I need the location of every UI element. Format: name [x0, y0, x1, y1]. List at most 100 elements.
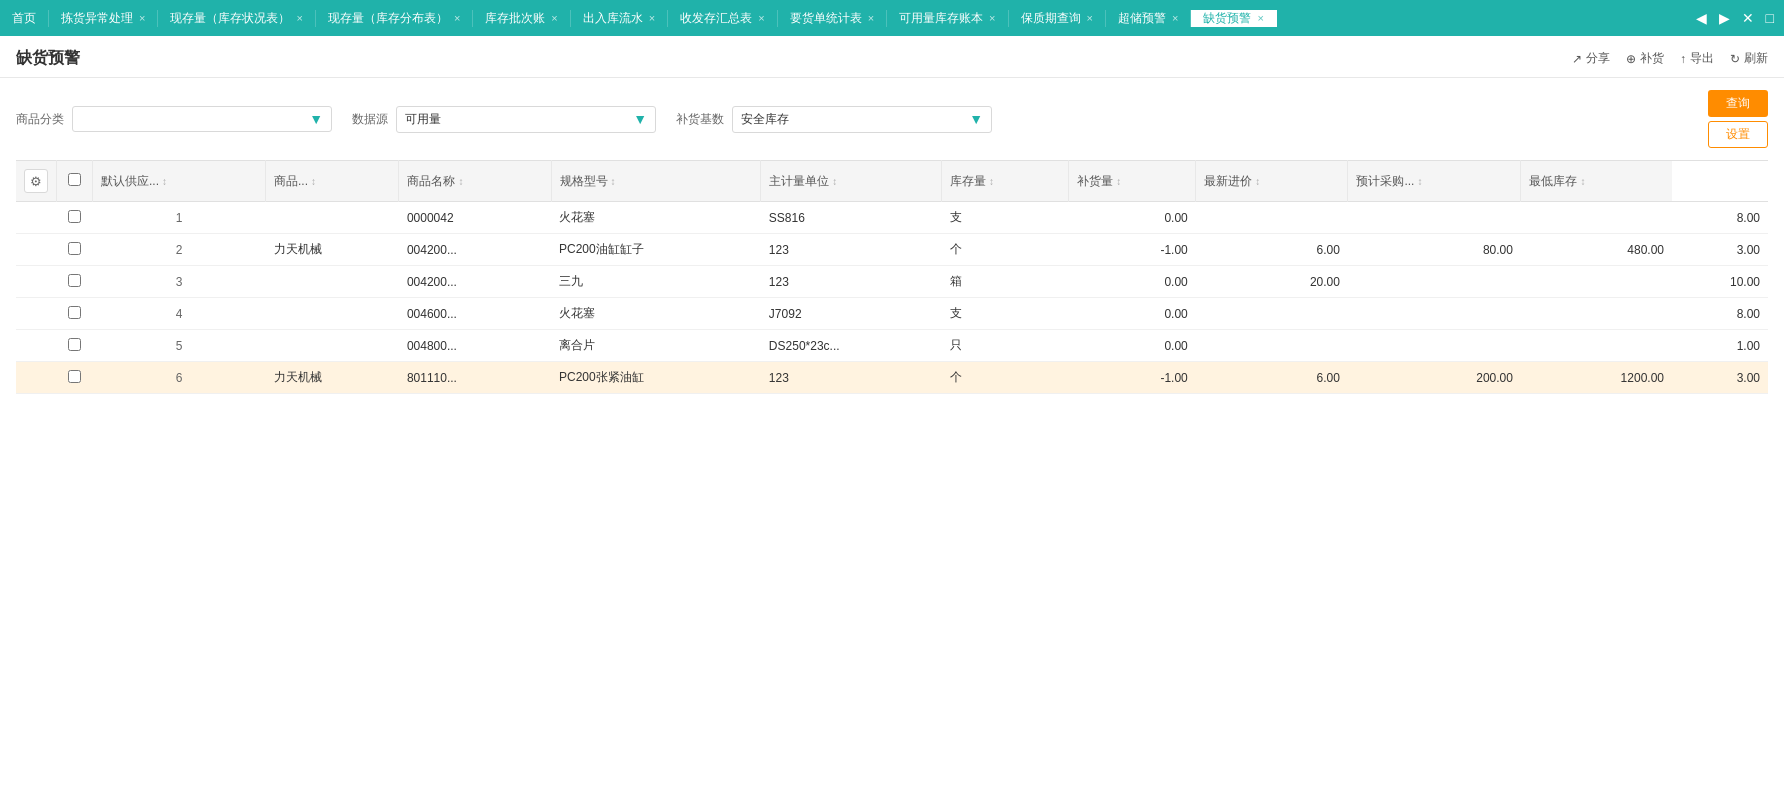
tab-item-7[interactable]: 要货单统计表×	[778, 10, 887, 27]
row-checkbox-cell[interactable]	[57, 298, 93, 330]
tab-item-6[interactable]: 收发存汇总表×	[668, 10, 777, 27]
query-button[interactable]: 查询	[1708, 90, 1768, 117]
tab-item-2[interactable]: 现存量（库存状况表）×	[158, 10, 315, 27]
row-checkbox[interactable]	[68, 274, 81, 287]
row-spec: DS250*23c...	[761, 330, 942, 362]
row-supplier	[266, 298, 399, 330]
tab-prev-button[interactable]: ◀	[1690, 8, 1713, 28]
row-unit: 支	[942, 202, 1069, 234]
header-actions: ↗ 分享 ⊕ 补货 ↑ 导出 ↻ 刷新	[1572, 50, 1768, 67]
tab-close-11[interactable]: ×	[1257, 12, 1263, 24]
row-checkbox[interactable]	[68, 210, 81, 223]
tab-next-button[interactable]: ▶	[1713, 8, 1736, 28]
datasource-select[interactable]: 可用量 ▼	[396, 106, 656, 133]
row-number: 3	[93, 266, 266, 298]
table-row: 5004800...离合片DS250*23c...只0.001.00	[16, 330, 1768, 362]
table-row: 3004200...三九123箱0.0020.0010.00	[16, 266, 1768, 298]
row-latest-price	[1348, 330, 1521, 362]
th-product-name-sort[interactable]: 商品名称 ↕	[407, 173, 542, 190]
row-spec: SS816	[761, 202, 942, 234]
row-checkbox[interactable]	[68, 242, 81, 255]
th-product-code-sort[interactable]: 商品... ↕	[274, 173, 390, 190]
tab-close-8[interactable]: ×	[989, 12, 995, 24]
tab-item-8[interactable]: 可用量库存账本×	[887, 10, 1008, 27]
settings-button[interactable]: 设置	[1708, 121, 1768, 148]
row-restock-qty: 6.00	[1196, 234, 1348, 266]
table-body: 10000042火花塞SS816支0.008.002力天机械004200...P…	[16, 202, 1768, 394]
th-latest-price: 最新进价 ↕	[1196, 161, 1348, 202]
th-unit: 主计量单位 ↕	[761, 161, 942, 202]
row-checkbox-cell[interactable]	[57, 234, 93, 266]
tab-close-5[interactable]: ×	[649, 12, 655, 24]
select-all-checkbox[interactable]	[68, 173, 81, 186]
row-latest-price	[1348, 266, 1521, 298]
est-purchase-sort-icon: ↕	[1417, 176, 1422, 187]
share-button[interactable]: ↗ 分享	[1572, 50, 1610, 67]
tab-item-4[interactable]: 库存批次账×	[473, 10, 570, 27]
tab-maximize-button[interactable]: □	[1760, 8, 1780, 28]
tab-close-9[interactable]: ×	[1087, 12, 1093, 24]
tab-close-7[interactable]: ×	[868, 12, 874, 24]
row-restock-qty	[1196, 202, 1348, 234]
row-stock: -1.00	[1069, 362, 1196, 394]
row-checkbox[interactable]	[68, 338, 81, 351]
tab-nav-buttons: ◀ ▶ ✕ □	[1686, 8, 1784, 28]
tab-item-11[interactable]: 缺货预警×	[1191, 10, 1276, 27]
th-min-stock: 最低库存 ↕	[1521, 161, 1672, 202]
row-restock-qty	[1196, 298, 1348, 330]
row-min-stock: 3.00	[1672, 234, 1768, 266]
th-latest-price-sort[interactable]: 最新进价 ↕	[1204, 173, 1339, 190]
tab-item-3[interactable]: 现存量（库存分布表）×	[316, 10, 473, 27]
tab-close-2[interactable]: ×	[296, 12, 302, 24]
tab-close-10[interactable]: ×	[1172, 12, 1178, 24]
row-supplier	[266, 330, 399, 362]
tab-bar: 首页拣货异常处理×现存量（库存状况表）×现存量（库存分布表）×库存批次账×出入库…	[0, 0, 1784, 36]
th-unit-sort[interactable]: 主计量单位 ↕	[769, 173, 933, 190]
th-restock-qty-sort[interactable]: 补货量 ↕	[1077, 173, 1187, 190]
refresh-button[interactable]: ↻ 刷新	[1730, 50, 1768, 67]
tab-item-9[interactable]: 保质期查询×	[1009, 10, 1106, 27]
row-checkbox-cell[interactable]	[57, 266, 93, 298]
category-select[interactable]: ▼	[72, 106, 332, 132]
tab-item-5[interactable]: 出入库流水×	[571, 10, 668, 27]
tab-close-4[interactable]: ×	[551, 12, 557, 24]
row-checkbox-cell[interactable]	[57, 362, 93, 394]
row-latest-price	[1348, 298, 1521, 330]
row-checkbox-cell[interactable]	[57, 202, 93, 234]
row-min-stock: 8.00	[1672, 298, 1768, 330]
th-est-purchase-sort[interactable]: 预计采购... ↕	[1356, 173, 1512, 190]
row-stock: 0.00	[1069, 266, 1196, 298]
th-spec: 规格型号 ↕	[551, 161, 761, 202]
tab-item-10[interactable]: 超储预警×	[1106, 10, 1191, 27]
row-min-stock: 8.00	[1672, 202, 1768, 234]
tab-close-3[interactable]: ×	[454, 12, 460, 24]
row-min-stock: 3.00	[1672, 362, 1768, 394]
th-stock-sort[interactable]: 库存量 ↕	[950, 173, 1060, 190]
tab-item-1[interactable]: 拣货异常处理×	[49, 10, 158, 27]
restock-select[interactable]: 安全库存 ▼	[732, 106, 992, 133]
tab-close-all-button[interactable]: ✕	[1736, 8, 1760, 28]
row-unit: 个	[942, 362, 1069, 394]
row-checkbox[interactable]	[68, 370, 81, 383]
row-checkbox[interactable]	[68, 306, 81, 319]
gear-icon-button[interactable]: ⚙	[24, 169, 48, 193]
row-product-code: 801110...	[399, 362, 551, 394]
tab-item-0[interactable]: 首页	[0, 10, 49, 27]
row-product-code: 0000042	[399, 202, 551, 234]
th-restock-qty: 补货量 ↕	[1069, 161, 1196, 202]
unit-sort-icon: ↕	[832, 176, 837, 187]
row-checkbox-cell[interactable]	[57, 330, 93, 362]
th-supplier-sort[interactable]: 默认供应... ↕	[101, 173, 257, 190]
th-spec-sort[interactable]: 规格型号 ↕	[560, 173, 753, 190]
row-number: 5	[93, 330, 266, 362]
stock-sort-icon: ↕	[989, 176, 994, 187]
table-row: 4004600...火花塞J7092支0.008.00	[16, 298, 1768, 330]
row-number: 1	[93, 202, 266, 234]
export-button[interactable]: ↑ 导出	[1680, 50, 1714, 67]
row-supplier	[266, 202, 399, 234]
restock-button[interactable]: ⊕ 补货	[1626, 50, 1664, 67]
tab-close-1[interactable]: ×	[139, 12, 145, 24]
th-min-stock-sort[interactable]: 最低库存 ↕	[1529, 173, 1664, 190]
tab-close-6[interactable]: ×	[758, 12, 764, 24]
filter-actions: 查询 设置	[1708, 90, 1768, 148]
